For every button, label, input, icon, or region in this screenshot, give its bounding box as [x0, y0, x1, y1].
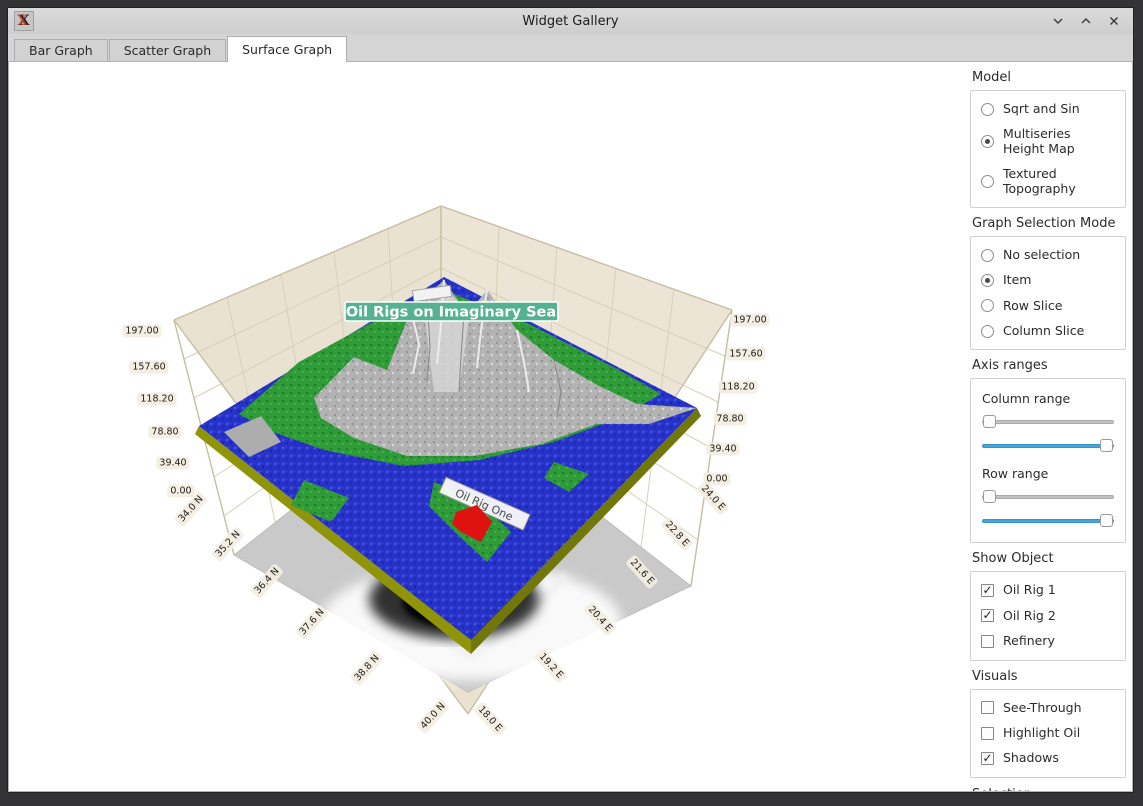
radio-column-slice[interactable]: Column Slice — [981, 324, 1115, 338]
checkbox-label: Refinery — [1003, 634, 1055, 648]
radio-icon — [981, 103, 994, 116]
visuals-section-title: Visuals — [972, 669, 1124, 684]
radio-label: Textured Topography — [1003, 167, 1115, 196]
checkbox-label: See-Through — [1003, 701, 1082, 715]
tab-surface-graph[interactable]: Surface Graph — [227, 36, 347, 62]
chevron-down-icon — [1052, 15, 1064, 27]
checkbox-oil-rig-2[interactable]: Oil Rig 2 — [981, 609, 1115, 623]
checkbox-refinery[interactable]: Refinery — [981, 634, 1115, 648]
radio-row-slice[interactable]: Row Slice — [981, 299, 1115, 313]
radio-item[interactable]: Item — [981, 273, 1115, 287]
axis-tick: 197.00 — [122, 325, 161, 338]
chart-title-banner: Oil Rigs on Imaginary Sea — [345, 302, 558, 321]
selection-label: Selection: — [972, 787, 1124, 792]
checkbox-icon — [981, 609, 994, 622]
slider-track[interactable] — [982, 420, 1114, 424]
maximize-button[interactable] — [1079, 14, 1093, 28]
checkbox-label: Oil Rig 2 — [1003, 609, 1056, 623]
minimize-button[interactable] — [1051, 14, 1065, 28]
tab-bar: Bar Graph Scatter Graph Surface Graph — [8, 34, 1133, 61]
axis-tick: 157.60 — [129, 361, 168, 374]
selection-mode-section-title: Graph Selection Mode — [972, 216, 1124, 231]
selection-mode-groupbox: No selection Item Row Slice Column Slice — [970, 236, 1126, 351]
radio-label: Multiseries Height Map — [1003, 127, 1115, 156]
window-title: Widget Gallery — [8, 14, 1133, 29]
radio-icon — [981, 175, 994, 188]
checkbox-label: Oil Rig 1 — [1003, 583, 1056, 597]
row-range-max-slider[interactable] — [982, 513, 1114, 528]
slider-track[interactable] — [982, 444, 1114, 448]
radio-icon — [981, 299, 994, 312]
row-range-min-slider[interactable] — [982, 489, 1114, 504]
app-window: X X Widget Gallery — [7, 7, 1134, 793]
radio-no-selection[interactable]: No selection — [981, 248, 1115, 262]
slider-handle[interactable] — [1100, 439, 1113, 452]
radio-icon — [981, 325, 994, 338]
column-range-min-slider[interactable] — [982, 414, 1114, 429]
slider-track[interactable] — [982, 495, 1114, 499]
radio-textured-topography[interactable]: Textured Topography — [981, 167, 1115, 196]
radio-icon — [981, 249, 994, 262]
axis-tick: 118.20 — [718, 381, 757, 394]
model-groupbox: Sqrt and Sin Multiseries Height Map Text… — [970, 90, 1126, 208]
axis-tick: 39.40 — [156, 457, 189, 470]
axis-ranges-groupbox: Column range Row range — [970, 378, 1126, 543]
model-section-title: Model — [972, 70, 1124, 85]
tab-bar-graph[interactable]: Bar Graph — [14, 39, 108, 61]
tab-label: Bar Graph — [29, 43, 93, 58]
checkbox-icon — [981, 752, 994, 765]
checkbox-icon — [981, 727, 994, 740]
checkbox-icon — [981, 635, 994, 648]
close-button[interactable] — [1107, 14, 1121, 28]
checkbox-oil-rig-1[interactable]: Oil Rig 1 — [981, 583, 1115, 597]
radio-icon — [981, 274, 994, 287]
checkbox-label: Highlight Oil — [1003, 726, 1080, 740]
slider-handle[interactable] — [983, 415, 996, 428]
column-range-label: Column range — [982, 391, 1114, 406]
checkbox-icon — [981, 584, 994, 597]
tab-label: Surface Graph — [242, 42, 332, 57]
controls-sidebar: Model Sqrt and Sin Multiseries Height Ma… — [970, 68, 1126, 792]
radio-multiseries-height-map[interactable]: Multiseries Height Map — [981, 127, 1115, 156]
title-bar: X X Widget Gallery — [8, 8, 1133, 34]
radio-label: Column Slice — [1003, 324, 1084, 338]
chevron-up-icon — [1080, 15, 1092, 27]
axis-tick: 78.80 — [148, 426, 181, 439]
axis-tick: 197.00 — [730, 314, 769, 327]
axis-tick: 157.60 — [726, 348, 765, 361]
column-range-max-slider[interactable] — [982, 438, 1114, 453]
show-object-groupbox: Oil Rig 1 Oil Rig 2 Refinery — [970, 571, 1126, 660]
slider-handle[interactable] — [983, 490, 996, 503]
radio-label: No selection — [1003, 248, 1080, 262]
axis-tick: 78.80 — [713, 413, 746, 426]
row-range-label: Row range — [982, 466, 1114, 481]
radio-label: Item — [1003, 273, 1031, 287]
checkbox-icon — [981, 701, 994, 714]
visuals-groupbox: See-Through Highlight Oil Shadows — [970, 689, 1126, 778]
close-icon — [1108, 15, 1120, 27]
surface-graph-pane: Oil Rigs on Imaginary Sea Oil Rig One 19… — [8, 61, 1133, 792]
show-object-section-title: Show Object — [972, 551, 1124, 566]
axis-tick: 118.20 — [137, 393, 176, 406]
axis-tick: 39.40 — [706, 443, 739, 456]
chart-title: Oil Rigs on Imaginary Sea — [346, 305, 556, 321]
tab-label: Scatter Graph — [124, 43, 211, 58]
checkbox-shadows[interactable]: Shadows — [981, 751, 1115, 765]
checkbox-highlight-oil[interactable]: Highlight Oil — [981, 726, 1115, 740]
slider-handle[interactable] — [1100, 514, 1113, 527]
axis-ranges-section-title: Axis ranges — [972, 358, 1124, 373]
radio-label: Row Slice — [1003, 299, 1062, 313]
radio-label: Sqrt and Sin — [1003, 102, 1080, 116]
window-controls — [1051, 14, 1133, 28]
slider-track[interactable] — [982, 519, 1114, 523]
checkbox-see-through[interactable]: See-Through — [981, 701, 1115, 715]
radio-icon — [981, 135, 994, 148]
radio-sqrt-and-sin[interactable]: Sqrt and Sin — [981, 102, 1115, 116]
tab-scatter-graph[interactable]: Scatter Graph — [109, 39, 226, 61]
axis-tick: 0.00 — [167, 485, 194, 498]
surface-3d-chart[interactable]: Oil Rigs on Imaginary Sea Oil Rig One 19… — [9, 62, 959, 792]
checkbox-label: Shadows — [1003, 751, 1059, 765]
